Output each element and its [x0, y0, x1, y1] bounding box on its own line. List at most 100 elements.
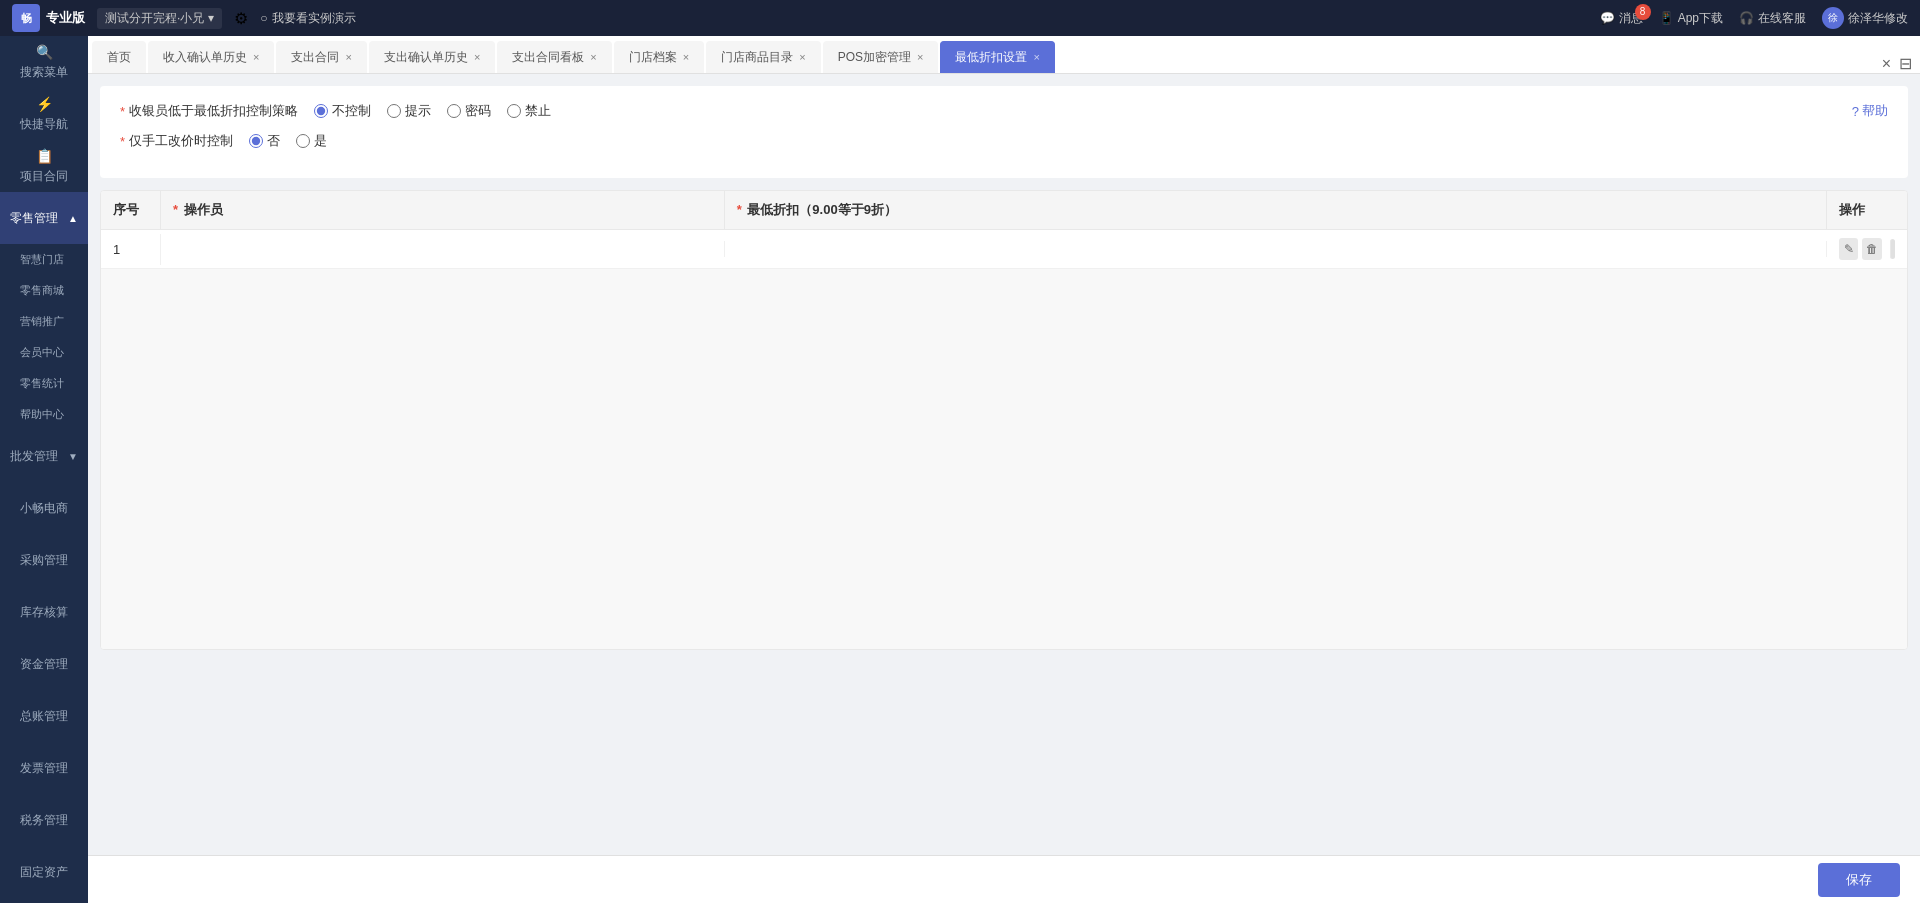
radio-no-control-label: 不控制 [332, 102, 371, 120]
tab-close-pos-password[interactable]: × [917, 52, 923, 63]
cashier-policy-options: 不控制 提示 密码 禁止 [314, 102, 551, 120]
radio-remind-input[interactable] [387, 104, 401, 118]
tab-home[interactable]: 首页 [92, 41, 146, 73]
ecommerce-label: 小畅电商 [20, 500, 68, 517]
tab-label-income: 收入确认单历史 [163, 49, 247, 66]
tab-close-min-discount[interactable]: × [1033, 52, 1039, 63]
chevron-down-icon: ▼ [68, 451, 78, 462]
sidebar-item-fixed-assets[interactable]: 固定资产 [0, 846, 88, 898]
tax-label: 税务管理 [20, 812, 68, 829]
demo-link[interactable]: ○ 我要看实例演示 [260, 10, 355, 27]
page-content: * 收银员低于最低折扣控制策略 不控制 提示 [88, 74, 1920, 855]
tab-close-payment-board[interactable]: × [590, 52, 596, 63]
tab-bar-actions: × ⊟ [1874, 54, 1920, 73]
user-menu[interactable]: 徐 徐泽华修改 [1822, 7, 1908, 29]
table-empty-area [101, 269, 1907, 649]
sidebar-item-purchase[interactable]: 采购管理 [0, 534, 88, 586]
table-scrollbar[interactable] [1890, 239, 1895, 259]
sidebar-item-project[interactable]: 📋 项目合同 [0, 140, 88, 192]
sidebar-item-invoice[interactable]: 发票管理 [0, 742, 88, 794]
app-download-button[interactable]: 📱 App下载 [1659, 10, 1723, 27]
radio-no-control-input[interactable] [314, 104, 328, 118]
radio-forbid[interactable]: 禁止 [507, 102, 551, 120]
sidebar-item-retail[interactable]: 零售管理 ▲ [0, 192, 88, 244]
project-name: 测试分开完程·小兄 [105, 10, 204, 27]
sidebar-item-help[interactable]: 帮助中心 [0, 399, 88, 430]
sidebar-item-tax[interactable]: 税务管理 [0, 794, 88, 846]
project-selector[interactable]: 测试分开完程·小兄 ▾ [97, 8, 222, 29]
radio-password-input[interactable] [447, 104, 461, 118]
tab-menu-icon[interactable]: ⊟ [1899, 54, 1912, 73]
sidebar-item-inventory[interactable]: 库存核算 [0, 586, 88, 638]
app-download-label: App下载 [1678, 10, 1723, 27]
td-actions-1: ✎ 🗑 [1827, 230, 1907, 268]
invoice-label: 发票管理 [20, 760, 68, 777]
sidebar-item-salary[interactable]: 工资 [0, 898, 88, 903]
sidebar-item-ledger[interactable]: 总账管理 [0, 690, 88, 742]
delete-row-button[interactable]: 🗑 [1862, 238, 1881, 260]
tab-income-confirm[interactable]: 收入确认单历史 × [148, 41, 274, 73]
tab-close-payment-confirm[interactable]: × [474, 52, 480, 63]
sidebar-item-label-search: 搜索菜单 [20, 64, 68, 81]
tab-close-store-file[interactable]: × [683, 52, 689, 63]
sidebar-item-wholesale[interactable]: 批发管理 ▼ [0, 430, 88, 482]
tab-min-discount[interactable]: 最低折扣设置 × [940, 41, 1054, 73]
tab-label-home: 首页 [107, 49, 131, 66]
radio-manual-yes-input[interactable] [296, 134, 310, 148]
sidebar: 🔍 搜索菜单 ⚡ 快捷导航 📋 项目合同 零售管理 ▲ 智慧门店 零售商城 营销… [0, 36, 88, 903]
tab-store-file[interactable]: 门店档案 × [614, 41, 704, 73]
cashier-policy-label: * 收银员低于最低折扣控制策略 [120, 102, 298, 120]
radio-manual-yes[interactable]: 是 [296, 132, 327, 150]
content-area: 首页 收入确认单历史 × 支出合同 × 支出确认单历史 × 支出合同看板 × 门… [88, 36, 1920, 903]
sidebar-item-member[interactable]: 会员中心 [0, 337, 88, 368]
radio-forbid-input[interactable] [507, 104, 521, 118]
radio-manual-yes-label: 是 [314, 132, 327, 150]
tab-close-all-icon[interactable]: × [1882, 55, 1891, 73]
table-header: 序号 * 操作员 * 最低折扣（9.00等于9折） 操作 [101, 191, 1907, 230]
bottom-bar: 保存 [88, 855, 1920, 903]
radio-manual-no-input[interactable] [249, 134, 263, 148]
tab-bar: 首页 收入确认单历史 × 支出合同 × 支出确认单历史 × 支出合同看板 × 门… [88, 36, 1920, 74]
sidebar-item-retail-stats[interactable]: 零售统计 [0, 368, 88, 399]
edit-row-button[interactable]: ✎ [1839, 238, 1858, 260]
radio-forbid-label: 禁止 [525, 102, 551, 120]
sidebar-item-label-quick: 快捷导航 [20, 116, 68, 133]
gear-icon: ⚙ [234, 9, 248, 28]
chevron-up-icon: ▲ [68, 213, 78, 224]
tab-close-store-goods[interactable]: × [799, 52, 805, 63]
tab-payment-board[interactable]: 支出合同看板 × [497, 41, 611, 73]
online-service-button[interactable]: 🎧 在线客服 [1739, 10, 1806, 27]
tab-pos-password[interactable]: POS加密管理 × [823, 41, 939, 73]
sidebar-item-retail-mall[interactable]: 零售商城 [0, 275, 88, 306]
radio-password[interactable]: 密码 [447, 102, 491, 120]
contract-icon: 📋 [36, 148, 53, 164]
cashier-policy-row: * 收银员低于最低折扣控制策略 不控制 提示 [120, 102, 1888, 120]
settings-button[interactable]: ⚙ [234, 9, 248, 28]
radio-manual-no[interactable]: 否 [249, 132, 280, 150]
save-button[interactable]: 保存 [1818, 863, 1900, 897]
sidebar-item-quick-nav[interactable]: ⚡ 快捷导航 [0, 88, 88, 140]
th-discount: * 最低折扣（9.00等于9折） [725, 191, 1827, 229]
tab-store-goods[interactable]: 门店商品目录 × [706, 41, 820, 73]
discount-table: 序号 * 操作员 * 最低折扣（9.00等于9折） 操作 [100, 190, 1908, 650]
circle-icon: ○ [260, 11, 267, 25]
sidebar-item-search[interactable]: 🔍 搜索菜单 [0, 36, 88, 88]
online-service-label: 在线客服 [1758, 10, 1806, 27]
wholesale-label: 批发管理 [10, 448, 58, 465]
chevron-down-icon: ▾ [208, 11, 214, 25]
sidebar-item-smart-store[interactable]: 智慧门店 [0, 244, 88, 275]
radio-remind[interactable]: 提示 [387, 102, 431, 120]
sidebar-item-ecommerce[interactable]: 小畅电商 [0, 482, 88, 534]
message-button[interactable]: 💬 消息 8 [1600, 10, 1643, 27]
tab-payment-contract[interactable]: 支出合同 × [276, 41, 366, 73]
help-link[interactable]: ? 帮助 [1852, 102, 1888, 120]
sidebar-item-marketing[interactable]: 营销推广 [0, 306, 88, 337]
tab-close-payment-contract[interactable]: × [345, 52, 351, 63]
purchase-label: 采购管理 [20, 552, 68, 569]
tab-close-income[interactable]: × [253, 52, 259, 63]
message-icon: 💬 [1600, 11, 1615, 25]
radio-no-control[interactable]: 不控制 [314, 102, 371, 120]
th-actions: 操作 [1827, 191, 1907, 229]
tab-payment-confirm[interactable]: 支出确认单历史 × [369, 41, 495, 73]
sidebar-item-finance[interactable]: 资金管理 [0, 638, 88, 690]
